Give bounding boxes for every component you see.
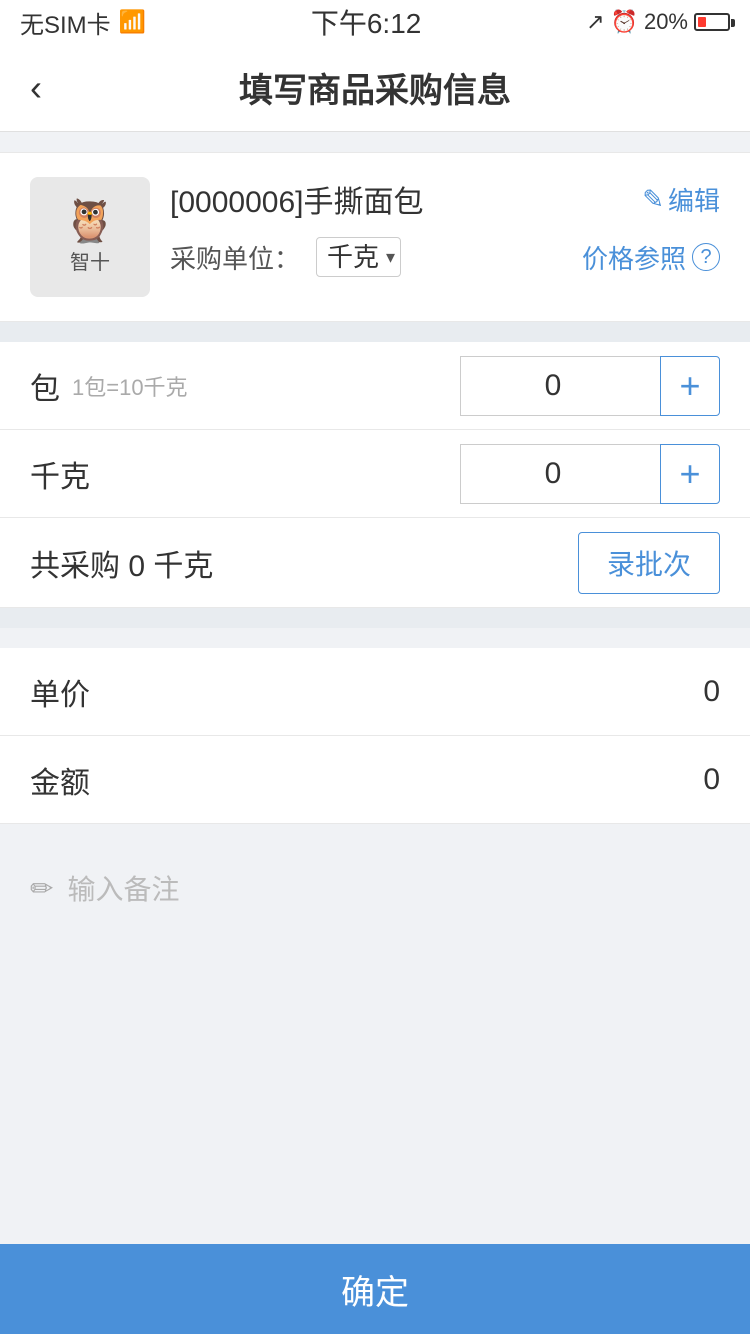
amount-label: 金额 bbox=[30, 758, 703, 802]
status-left: 无SIM卡 📶 bbox=[20, 5, 146, 40]
input-section: 包 1包=10千克 + 千克 + 共采购 0 千克 录批次 bbox=[0, 342, 750, 608]
carrier-text: 无SIM卡 bbox=[20, 5, 111, 40]
section-divider-2 bbox=[0, 608, 750, 628]
bag-sub-label: 1包=10千克 bbox=[72, 370, 188, 402]
kg-input-right: + bbox=[460, 444, 720, 504]
page-title: 填写商品采购信息 bbox=[239, 63, 511, 112]
unit-price-row: 单价 0 bbox=[0, 648, 750, 736]
back-button[interactable]: ‹ bbox=[30, 67, 62, 109]
unit-price-value: 0 bbox=[703, 675, 720, 709]
product-unit-row: 采购单位： 千克 克 包 价格参照 ? bbox=[170, 237, 720, 277]
kg-plus-button[interactable]: + bbox=[660, 444, 720, 504]
batch-button[interactable]: 录批次 bbox=[578, 532, 720, 594]
bag-label: 包 1包=10千克 bbox=[30, 364, 460, 408]
content-space bbox=[0, 932, 750, 1252]
unit-label: 采购单位： bbox=[170, 239, 300, 276]
product-owl-icon: 🦉 bbox=[64, 200, 116, 242]
bag-quantity-input[interactable] bbox=[460, 356, 660, 416]
summary-amount: 0 bbox=[128, 550, 153, 583]
edit-button[interactable]: ✎ 编辑 bbox=[642, 181, 720, 218]
section-divider-1 bbox=[0, 322, 750, 342]
amount-row: 金额 0 bbox=[0, 736, 750, 824]
summary-row: 共采购 0 千克 录批次 bbox=[0, 518, 750, 608]
time-display: 下午6:12 bbox=[311, 2, 422, 42]
product-name: [0000006]手撕面包 bbox=[170, 177, 423, 221]
kg-quantity-input[interactable] bbox=[460, 444, 660, 504]
product-info: [0000006]手撕面包 ✎ 编辑 采购单位： 千克 克 包 价格参照 ? bbox=[170, 177, 720, 277]
edit-icon: ✎ bbox=[642, 184, 664, 215]
unit-select[interactable]: 千克 克 包 bbox=[316, 237, 401, 277]
price-section: 单价 0 金额 0 bbox=[0, 648, 750, 824]
status-bar: 无SIM卡 📶 下午6:12 ↗ ⏰ 20% bbox=[0, 0, 750, 44]
unit-price-label: 单价 bbox=[30, 670, 703, 714]
battery-icon bbox=[694, 13, 730, 31]
bag-input-right: + bbox=[460, 356, 720, 416]
nav-bar: ‹ 填写商品采购信息 bbox=[0, 44, 750, 132]
summary-text: 共采购 0 千克 bbox=[30, 541, 578, 585]
kg-label: 千克 bbox=[30, 452, 460, 496]
amount-value: 0 bbox=[703, 763, 720, 797]
price-ref-icon: ? bbox=[692, 243, 720, 271]
battery-percent: 20% bbox=[644, 9, 688, 35]
notes-pencil-icon: ✏ bbox=[30, 872, 53, 905]
notes-section[interactable]: ✏ 输入备注 bbox=[0, 844, 750, 932]
price-ref-button[interactable]: 价格参照 ? bbox=[582, 239, 720, 276]
status-right: ↗ ⏰ 20% bbox=[586, 9, 730, 35]
wifi-icon: 📶 bbox=[119, 9, 146, 35]
unit-select-wrap[interactable]: 千克 克 包 bbox=[316, 237, 401, 277]
bag-plus-button[interactable]: + bbox=[660, 356, 720, 416]
bag-input-row: 包 1包=10千克 + bbox=[0, 342, 750, 430]
product-brand: 智十 bbox=[70, 246, 110, 275]
location-icon: ↗ bbox=[586, 9, 604, 35]
product-card: 🦉 智十 [0000006]手撕面包 ✎ 编辑 采购单位： 千克 克 包 价格 bbox=[0, 152, 750, 322]
notes-placeholder: 输入备注 bbox=[67, 868, 179, 908]
product-image: 🦉 智十 bbox=[30, 177, 150, 297]
confirm-button[interactable]: 确定 bbox=[0, 1244, 750, 1334]
product-name-row: [0000006]手撕面包 ✎ 编辑 bbox=[170, 177, 720, 221]
kg-input-row: 千克 + bbox=[0, 430, 750, 518]
alarm-icon: ⏰ bbox=[611, 9, 638, 35]
